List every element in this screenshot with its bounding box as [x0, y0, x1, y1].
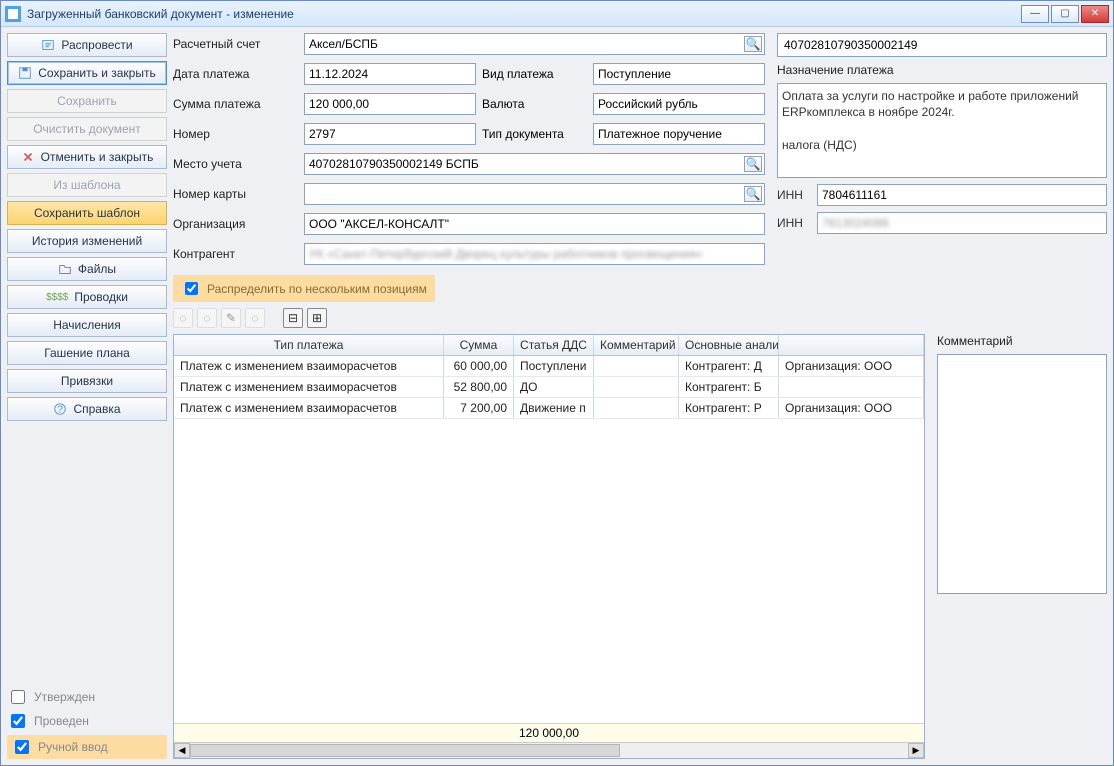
table-row[interactable]: Платеж с изменением взаиморасчетов 7 200… — [174, 398, 924, 419]
delete-row-icon[interactable]: ◌ — [245, 308, 265, 328]
place-label: Место учета — [173, 153, 298, 175]
search-icon[interactable]: 🔍 — [744, 156, 762, 172]
col-dds[interactable]: Статья ДДС — [514, 335, 594, 355]
save-template-button[interactable]: Сохранить шаблон — [7, 201, 167, 225]
svg-text:?: ? — [58, 404, 64, 416]
inn-label: ИНН — [777, 216, 809, 230]
manual-input-checkbox[interactable]: Ручной ввод — [7, 735, 167, 759]
plan-pay-button[interactable]: Гашение плана — [7, 341, 167, 365]
minimize-button[interactable]: — — [1021, 5, 1049, 23]
from-template-button: Из шаблона — [7, 173, 167, 197]
table-row[interactable]: Платеж с изменением взаиморасчетов 60 00… — [174, 356, 924, 377]
save-and-close-button[interactable]: Сохранить и закрыть — [7, 61, 167, 85]
grid-total: 120 000,00 — [174, 723, 924, 742]
col-analytics[interactable]: Основные аналити — [679, 335, 779, 355]
grid-header: Тип платежа Сумма Статья ДДС Комментарий… — [174, 335, 924, 356]
purpose-textarea[interactable]: Оплата за услуги по настройке и работе п… — [777, 83, 1107, 178]
kind-input[interactable]: Поступление — [593, 63, 765, 85]
grid-body[interactable]: Платеж с изменением взаиморасчетов 60 00… — [174, 356, 924, 723]
date-input[interactable]: 11.12.2024 — [304, 63, 476, 85]
comments-textarea[interactable] — [937, 354, 1107, 594]
scroll-right-icon[interactable]: ▶ — [908, 743, 924, 758]
history-button[interactable]: История изменений — [7, 229, 167, 253]
inn-org-input[interactable]: 7804611161 — [817, 184, 1107, 206]
col-sum[interactable]: Сумма — [444, 335, 514, 355]
col-extra[interactable] — [779, 335, 924, 355]
close-button[interactable]: ✕ — [1081, 5, 1109, 23]
comments-label: Комментарий — [937, 334, 1107, 348]
number-input[interactable]: 2797 — [304, 123, 476, 145]
app-icon — [5, 6, 21, 22]
add-row-icon[interactable]: ◌ — [173, 308, 193, 328]
account-label: Расчетный счет — [173, 33, 298, 55]
distribute-checkbox[interactable]: Распределить по нескольким позициям — [173, 275, 435, 302]
accruals-button[interactable]: Начисления — [7, 313, 167, 337]
copy-row-icon[interactable]: ◌ — [197, 308, 217, 328]
doctype-label: Тип документа — [482, 127, 587, 141]
search-icon[interactable]: 🔍 — [744, 186, 762, 202]
grid-toolbar: ◌ ◌ ✎ ◌ ⊟ ⊞ — [173, 308, 1107, 328]
comments-panel: Комментарий — [937, 334, 1107, 759]
sidebar: Распровести Сохранить и закрыть Сохранит… — [7, 33, 167, 759]
doctype-input[interactable]: Платежное поручение — [593, 123, 765, 145]
purpose-label: Назначение платежа — [777, 63, 1107, 77]
org-label: Организация — [173, 213, 298, 235]
org-input[interactable]: ООО "АКСЕЛ-КОНСАЛТ" — [304, 213, 765, 235]
cancel-and-close-button[interactable]: Отменить и закрыть — [7, 145, 167, 169]
currency-input[interactable]: Российский рубль — [593, 93, 765, 115]
help-button[interactable]: ?Справка — [7, 397, 167, 421]
horizontal-scrollbar[interactable]: ◀ ▶ — [174, 742, 924, 758]
sum-input[interactable]: 120 000,00 — [304, 93, 476, 115]
app-window: Загруженный банковский документ - измене… — [0, 0, 1114, 766]
kind-label: Вид платежа — [482, 67, 587, 81]
sum-label: Сумма платежа — [173, 93, 298, 115]
payments-grid[interactable]: Тип платежа Сумма Статья ДДС Комментарий… — [173, 334, 925, 759]
counterparty-input[interactable]: УК «Санкт-Петербургский Дворец культуры … — [304, 243, 765, 265]
account-number-display: 40702810790350002149 — [777, 33, 1107, 57]
clear-document-button: Очистить документ — [7, 117, 167, 141]
card-input[interactable]: 🔍 — [304, 183, 765, 205]
account-input[interactable]: Аксел/БСПБ🔍 — [304, 33, 765, 55]
col-type[interactable]: Тип платежа — [174, 335, 444, 355]
post-button[interactable]: Распровести — [7, 33, 167, 57]
scroll-left-icon[interactable]: ◀ — [174, 743, 190, 758]
inn-label: ИНН — [777, 188, 809, 202]
save-button: Сохранить — [7, 89, 167, 113]
col-comment[interactable]: Комментарий — [594, 335, 679, 355]
form-right: 40702810790350002149 Назначение платежа … — [777, 33, 1107, 234]
window-title: Загруженный банковский документ - измене… — [27, 7, 1021, 21]
titlebar: Загруженный банковский документ - измене… — [1, 1, 1113, 27]
date-label: Дата платежа — [173, 63, 298, 85]
currency-label: Валюта — [482, 97, 587, 111]
card-label: Номер карты — [173, 183, 298, 205]
scroll-thumb[interactable] — [190, 744, 620, 757]
approved-checkbox[interactable]: Утвержден — [7, 687, 167, 707]
search-icon[interactable]: 🔍 — [744, 36, 762, 52]
main: Расчетный счет Аксел/БСПБ🔍 Дата платежа … — [173, 33, 1107, 759]
number-label: Номер — [173, 123, 298, 145]
body: Распровести Сохранить и закрыть Сохранит… — [1, 27, 1113, 765]
maximize-button[interactable]: ▢ — [1051, 5, 1079, 23]
place-input[interactable]: 40702810790350002149 БСПБ🔍 — [304, 153, 765, 175]
inn-counterparty-input[interactable]: 7813024086 — [817, 212, 1107, 234]
expand-icon[interactable]: ⊞ — [307, 308, 327, 328]
edit-row-icon[interactable]: ✎ — [221, 308, 241, 328]
files-button[interactable]: Файлы — [7, 257, 167, 281]
table-row[interactable]: Платеж с изменением взаиморасчетов 52 80… — [174, 377, 924, 398]
entries-button[interactable]: $$$$Проводки — [7, 285, 167, 309]
bindings-button[interactable]: Привязки — [7, 369, 167, 393]
collapse-icon[interactable]: ⊟ — [283, 308, 303, 328]
form-left: Расчетный счет Аксел/БСПБ🔍 Дата платежа … — [173, 33, 765, 302]
counterparty-label: Контрагент — [173, 243, 298, 265]
posted-checkbox[interactable]: Проведен — [7, 711, 167, 731]
